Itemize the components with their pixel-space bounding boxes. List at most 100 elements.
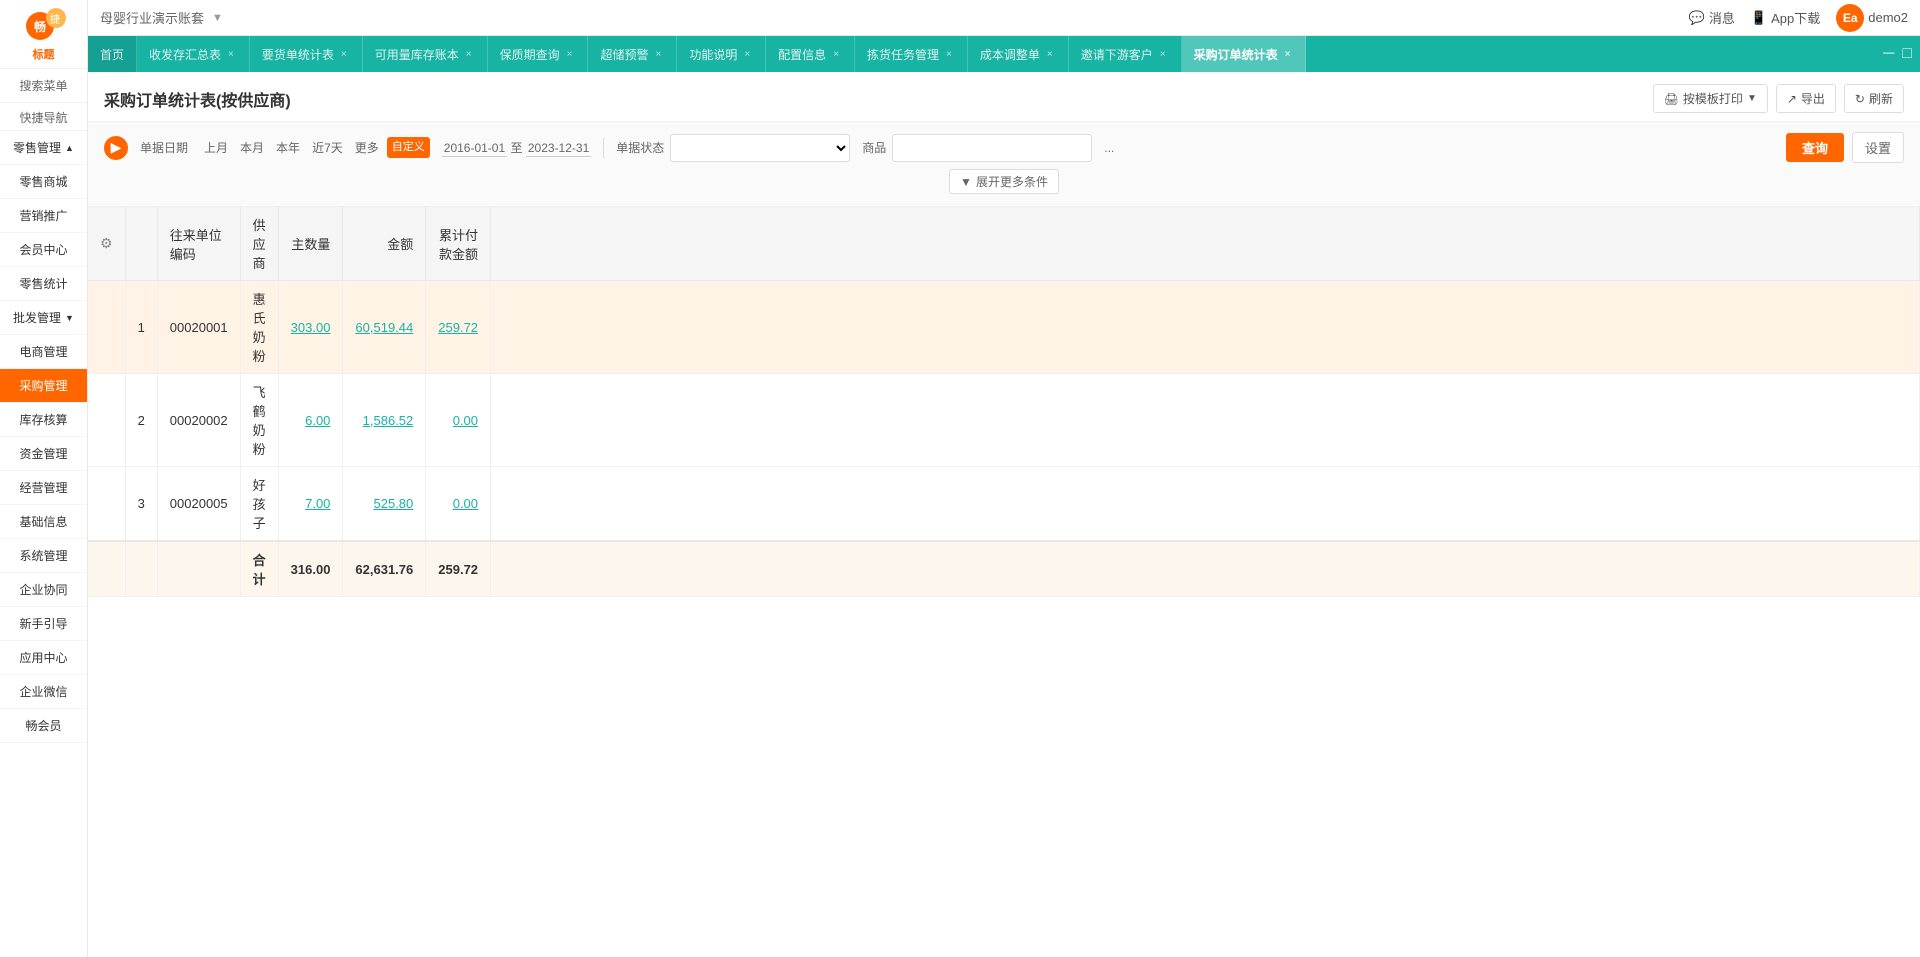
- tab-stock-ledger[interactable]: 可用量库存账本 ×: [363, 36, 488, 72]
- industry-dropdown-icon[interactable]: ▼: [212, 12, 223, 24]
- tab-close-cost-adjust[interactable]: ×: [1044, 48, 1056, 61]
- tab-expiry-query[interactable]: 保质期查询 ×: [488, 36, 589, 72]
- print-dropdown-icon[interactable]: ▼: [1747, 93, 1757, 104]
- app-download-btn[interactable]: 📱 App下载: [1751, 8, 1820, 27]
- export-button[interactable]: ↗ 导出: [1776, 84, 1836, 113]
- shortcut-this-month[interactable]: 本月: [236, 137, 268, 158]
- row-code: 00020001: [157, 281, 240, 374]
- tab-close-stock-ledger[interactable]: ×: [463, 48, 475, 61]
- shortcut-this-year[interactable]: 本年: [272, 137, 304, 158]
- tab-config-info[interactable]: 配置信息 ×: [766, 36, 855, 72]
- app-logo: 畅 捷 标题: [0, 0, 87, 69]
- tab-function-desc[interactable]: 功能说明 ×: [677, 36, 766, 72]
- status-select[interactable]: [670, 134, 850, 162]
- sidebar-item-marketing[interactable]: 营销推广: [0, 199, 87, 233]
- expand-icon: ▼: [960, 175, 972, 189]
- custom-date-badge[interactable]: 自定义: [387, 137, 430, 158]
- tab-receive-summary[interactable]: 收发存汇总表 ×: [137, 36, 250, 72]
- page-header: 采购订单统计表(按供应商) 🖨 按模板打印 ▼ ↗ 导出 ↻ 刷新: [88, 72, 1920, 122]
- tab-close-order-summary[interactable]: ×: [338, 48, 350, 61]
- sidebar-item-wholesale-mgmt[interactable]: 批发管理: [0, 301, 87, 335]
- date-shortcuts: 上月 本月 本年 近7天 更多 自定义: [200, 137, 430, 158]
- tab-cost-adjust-label: 成本调整单: [980, 46, 1040, 63]
- sidebar-item-member-center[interactable]: 会员中心: [0, 233, 87, 267]
- tab-home[interactable]: 首页: [88, 36, 137, 72]
- date-to[interactable]: 2023-12-31: [526, 140, 591, 157]
- industry-selector[interactable]: 母婴行业演示账套 ▼: [100, 8, 223, 27]
- tab-close-config-info[interactable]: ×: [830, 48, 842, 61]
- tab-close-receive-summary[interactable]: ×: [225, 48, 237, 61]
- tab-close-function-desc[interactable]: ×: [741, 48, 753, 61]
- sidebar-item-retail-mall[interactable]: 零售商城: [0, 165, 87, 199]
- row-paid[interactable]: 259.72: [426, 281, 491, 374]
- shortcut-last-month[interactable]: 上月: [200, 137, 232, 158]
- tab-overstock-alert[interactable]: 超储预警 ×: [588, 36, 677, 72]
- sidebar-item-retail-stats[interactable]: 零售统计: [0, 267, 87, 301]
- main-area: 母婴行业演示账套 ▼ 💬 消息 📱 App下载 Ea demo2 首页: [88, 0, 1920, 957]
- settings-button[interactable]: 设置: [1852, 132, 1904, 163]
- goods-input[interactable]: [892, 134, 1092, 162]
- sidebar-item-app-center[interactable]: 应用中心: [0, 641, 87, 675]
- sidebar-item-enterprise-collab[interactable]: 企业协同: [0, 573, 87, 607]
- sidebar-item-vip[interactable]: 畅会员: [0, 709, 87, 743]
- sidebar-item-basic-info[interactable]: 基础信息: [0, 505, 87, 539]
- row-quantity[interactable]: 303.00: [278, 281, 343, 374]
- row-settings: [88, 374, 125, 467]
- data-table: ⚙ 往来单位编码 供应商 主数量 金额: [88, 207, 1920, 597]
- svg-text:捷: 捷: [50, 13, 60, 26]
- sidebar-item-ecommerce[interactable]: 电商管理: [0, 335, 87, 369]
- filter-separator-1: [603, 138, 604, 158]
- date-from[interactable]: 2016-01-01: [442, 140, 507, 157]
- sidebar-item-operations[interactable]: 经营管理: [0, 471, 87, 505]
- sidebar-item-system-mgmt[interactable]: 系统管理: [0, 539, 87, 573]
- row-quantity[interactable]: 6.00: [278, 374, 343, 467]
- footer-quantity: 316.00: [278, 541, 343, 597]
- tab-cost-adjust[interactable]: 成本调整单 ×: [968, 36, 1069, 72]
- sidebar-item-new-guide[interactable]: 新手引导: [0, 607, 87, 641]
- tab-order-summary[interactable]: 要货单统计表 ×: [250, 36, 363, 72]
- row-amount[interactable]: 60,519.44: [343, 281, 426, 374]
- tab-maximize-icon[interactable]: □: [1902, 45, 1912, 63]
- filter-toggle-icon: ▶: [111, 139, 122, 156]
- date-range: 2016-01-01 至 2023-12-31: [442, 139, 591, 156]
- message-btn[interactable]: 💬 消息: [1689, 8, 1735, 27]
- shortcut-7days[interactable]: 近7天: [308, 137, 347, 158]
- print-icon: 🖨: [1664, 92, 1679, 106]
- sidebar-item-search[interactable]: 搜索菜单: [0, 69, 87, 103]
- sidebar-item-purchase-mgmt[interactable]: 采购管理: [0, 369, 87, 403]
- shortcut-more[interactable]: 更多: [351, 137, 383, 158]
- refresh-button[interactable]: ↻ 刷新: [1844, 84, 1904, 113]
- row-amount[interactable]: 525.80: [343, 467, 426, 542]
- th-paid: 累计付款金额: [426, 207, 491, 281]
- quick-nav-label: 快捷导航: [19, 111, 67, 125]
- sidebar-item-finance[interactable]: 资金管理: [0, 437, 87, 471]
- tab-close-pick-task[interactable]: ×: [943, 48, 955, 61]
- table-header-row: ⚙ 往来单位编码 供应商 主数量 金额: [88, 207, 1920, 281]
- top-bar-actions: 💬 消息 📱 App下载 Ea demo2: [1689, 4, 1908, 32]
- tab-pick-task[interactable]: 拣货任务管理 ×: [855, 36, 968, 72]
- sidebar-item-enterprise-wechat[interactable]: 企业微信: [0, 675, 87, 709]
- sidebar-item-inventory[interactable]: 库存核算: [0, 403, 87, 437]
- row-amount[interactable]: 1,586.52: [343, 374, 426, 467]
- tab-close-overstock-alert[interactable]: ×: [652, 48, 664, 61]
- tab-close-invite-customer[interactable]: ×: [1157, 48, 1169, 61]
- column-settings-icon[interactable]: ⚙: [100, 235, 113, 251]
- filter-toggle-button[interactable]: ▶: [104, 136, 128, 160]
- query-button[interactable]: 查询: [1786, 133, 1844, 162]
- expand-filter-button[interactable]: ▼ 展开更多条件: [949, 169, 1059, 194]
- row-paid[interactable]: 0.00: [426, 467, 491, 542]
- user-profile[interactable]: Ea demo2: [1836, 4, 1908, 32]
- tab-close-expiry-query[interactable]: ×: [564, 48, 576, 61]
- tab-purchase-summary[interactable]: 采购订单统计表 ×: [1182, 36, 1307, 72]
- tab-invite-customer[interactable]: 邀请下游客户 ×: [1069, 36, 1182, 72]
- sidebar-item-retail-mgmt[interactable]: 零售管理: [0, 131, 87, 165]
- row-index: 2: [125, 374, 157, 467]
- print-button[interactable]: 🖨 按模板打印 ▼: [1653, 84, 1768, 113]
- tab-minimize-icon[interactable]: ─: [1883, 45, 1894, 63]
- row-supplier: 好孩子: [240, 467, 278, 542]
- sidebar-item-quick-nav[interactable]: 快捷导航: [0, 103, 87, 131]
- row-quantity[interactable]: 7.00: [278, 467, 343, 542]
- row-paid[interactable]: 0.00: [426, 374, 491, 467]
- tab-close-purchase-summary[interactable]: ×: [1282, 48, 1294, 61]
- goods-more-button[interactable]: ...: [1098, 139, 1120, 157]
